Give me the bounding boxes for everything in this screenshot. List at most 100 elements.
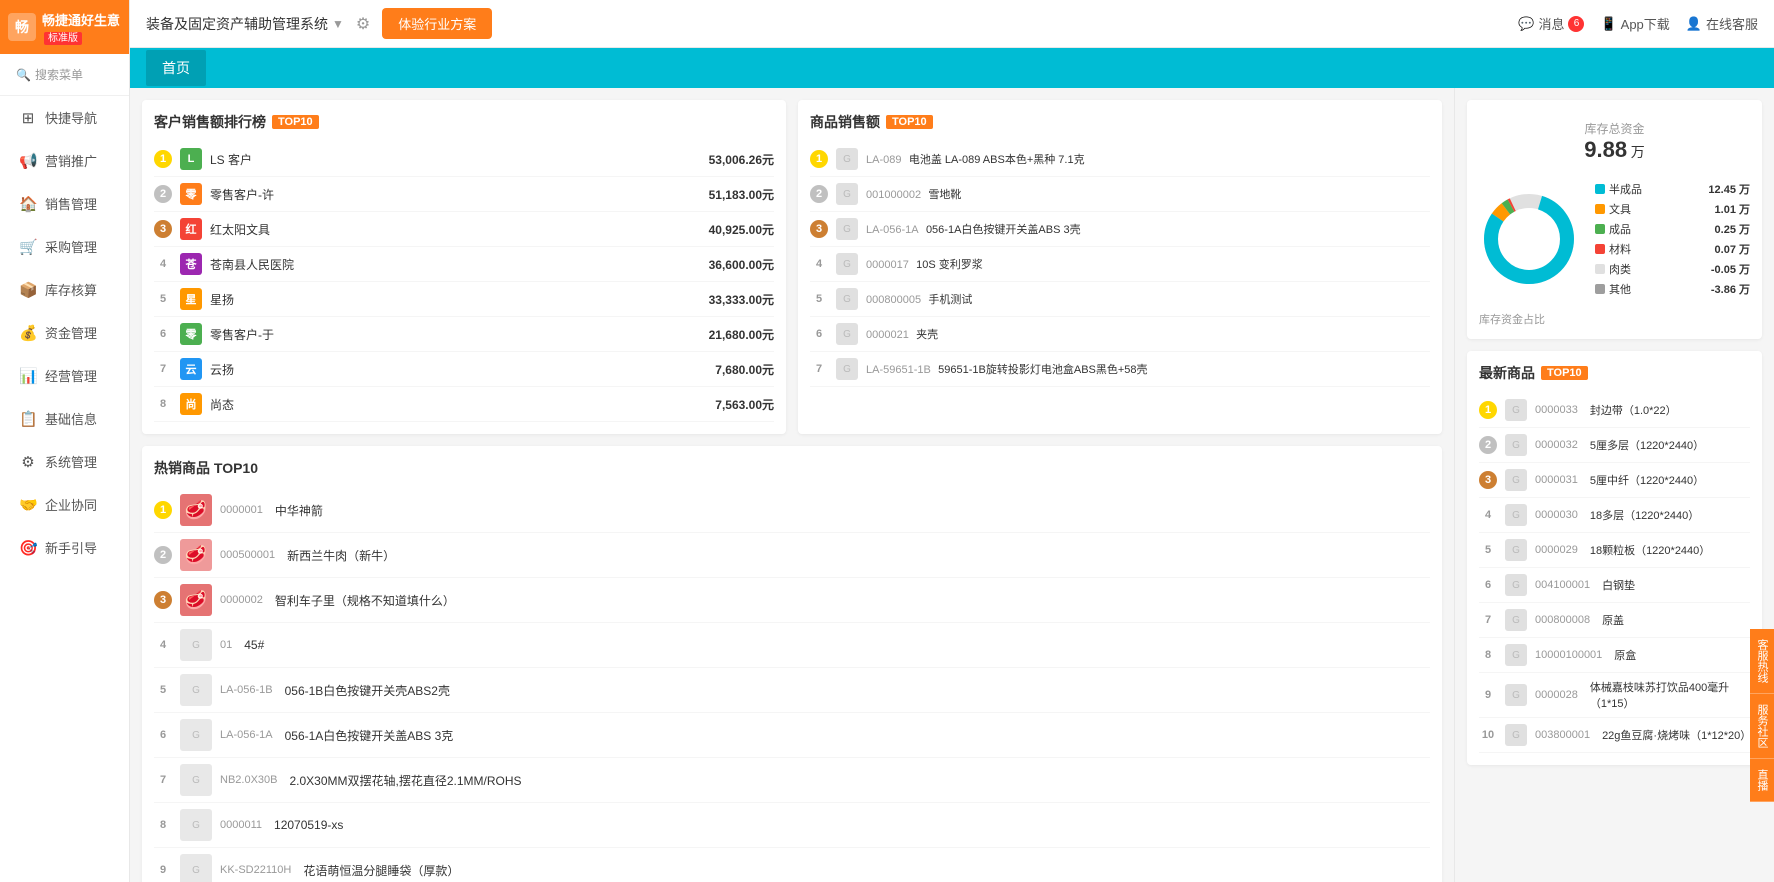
new-product-item: 7 G 000800008 原盖 xyxy=(1479,603,1750,638)
sidebar-item-system[interactable]: ⚙系统管理 xyxy=(0,440,129,483)
new-product-name: 5厘中纤（1220*2440） xyxy=(1590,472,1750,488)
new-product-img: G xyxy=(1505,434,1527,456)
product-img: 🥩 xyxy=(180,584,212,616)
new-product-code: 0000032 xyxy=(1535,439,1578,451)
sidebar-item-label: 资金管理 xyxy=(45,323,97,342)
customer-name: 云扬 xyxy=(210,361,707,378)
new-product-code: 0000030 xyxy=(1535,509,1578,521)
nav-icon-quick-nav: ⊞ xyxy=(19,109,37,127)
trial-button[interactable]: 体验行业方案 xyxy=(382,8,492,39)
goods-rank-list: 1 G LA-089 电池盖 LA-089 ABS本色+黑种 7.1克 2 G … xyxy=(810,142,1430,387)
float-btn-1[interactable]: 服务社区 xyxy=(1750,694,1774,759)
rank-badge-bronze: 3 xyxy=(810,220,828,238)
right-panel: 库存总资金 9.88 万 xyxy=(1454,88,1774,882)
sidebar-item-sales[interactable]: 🏠销售管理 xyxy=(0,182,129,225)
sidebar-item-quick-nav[interactable]: ⊞快捷导航 xyxy=(0,96,129,139)
customer-name: 红太阳文具 xyxy=(210,221,701,238)
rank-item: 7 G LA-59651-1B 59651-1B旋转投影灯电池盒ABS黑色+58… xyxy=(810,352,1430,387)
customer-badge: 云 xyxy=(180,358,202,380)
new-product-item: 2 G 0000032 5厘多层（1220*2440） xyxy=(1479,428,1750,463)
hot-products-card: 热销商品 TOP10 1 🥩 0000001 中华神箭 2 🥩 00050000… xyxy=(142,446,1442,882)
sidebar-item-label: 新手引导 xyxy=(45,538,97,557)
legend-item: 成品 0.25 万 xyxy=(1595,219,1750,239)
sidebar-item-basic-info[interactable]: 📋基础信息 xyxy=(0,397,129,440)
topbar: 装备及固定资产辅助管理系统 ▼ ⚙ 体验行业方案 💬 消息 6 📱 App下载 … xyxy=(130,0,1774,48)
product-img-placeholder: G xyxy=(180,764,212,796)
product-name: 056-1B白色按键开关壳ABS2壳 xyxy=(285,682,1430,699)
customer-name: 星扬 xyxy=(210,291,701,308)
sidebar-item-inventory[interactable]: 📦库存核算 xyxy=(0,268,129,311)
rank-badge-silver: 2 xyxy=(810,185,828,203)
rank-num: 4 xyxy=(1479,506,1497,524)
sidebar-item-guide[interactable]: 🎯新手引导 xyxy=(0,526,129,569)
goods-name: 夹壳 xyxy=(916,329,938,341)
customer-badge: 尚 xyxy=(180,393,202,415)
legend-dot xyxy=(1595,244,1605,254)
legend-name: 其他 xyxy=(1609,281,1707,297)
customer-value: 7,680.00元 xyxy=(715,361,774,378)
new-product-name: 封边带（1.0*22） xyxy=(1590,402,1750,418)
hot-product-item: 3 🥩 0000002 智利车子里（规格不知道填什么） xyxy=(154,578,1430,623)
rank-num: 8 xyxy=(154,395,172,413)
customer-rank-list: 1 L LS 客户 53,006.26元 2 零 零售客户-许 51,183.0… xyxy=(154,142,774,422)
legend-value: 12.45 万 xyxy=(1708,181,1750,197)
customer-name: 零售客户-于 xyxy=(210,326,701,343)
nav-icon-finance: 💰 xyxy=(19,324,37,342)
goods-code: LA-089 xyxy=(866,154,901,166)
app-download-btn[interactable]: 📱 App下载 xyxy=(1600,14,1669,33)
legend-name: 成品 xyxy=(1609,221,1711,237)
sidebar-item-marketing[interactable]: 📢营销推广 xyxy=(0,139,129,182)
customer-ranking-title: 客户销售额排行榜 TOP10 xyxy=(154,112,774,132)
settings-icon[interactable]: ⚙ xyxy=(356,14,370,34)
hot-product-item: 7 G NB2.0X30B 2.0X30MM双摆花轴,摆花直径2.1MM/ROH… xyxy=(154,758,1430,803)
customer-name: LS 客户 xyxy=(210,151,701,168)
dropdown-arrow-icon[interactable]: ▼ xyxy=(332,17,344,31)
sidebar-item-finance[interactable]: 💰 资金管理 xyxy=(0,311,129,354)
customer-badge: 零 xyxy=(180,183,202,205)
sidebar-item-enterprise[interactable]: 🤝企业协同 xyxy=(0,483,129,526)
nav-home[interactable]: 首页 xyxy=(146,50,206,86)
product-name: 花语萌恒温分腿睡袋（厚款） xyxy=(303,862,1430,879)
legend-name: 肉类 xyxy=(1609,261,1707,277)
goods-img: G xyxy=(836,218,858,240)
inventory-footer: 库存资金占比 xyxy=(1479,311,1750,327)
rank-num: 10 xyxy=(1479,726,1497,744)
customer-badge: 红 xyxy=(180,218,202,240)
message-btn[interactable]: 💬 消息 6 xyxy=(1518,14,1584,33)
online-service-btn[interactable]: 👤 在线客服 xyxy=(1686,14,1758,33)
sidebar-logo: 畅 畅捷通好生意 标准版 xyxy=(0,0,129,54)
legend-dot xyxy=(1595,224,1605,234)
float-btn-2[interactable]: 直播 xyxy=(1750,759,1774,802)
product-code: 0000001 xyxy=(220,504,263,516)
new-product-code: 0000033 xyxy=(1535,404,1578,416)
new-product-item: 3 G 0000031 5厘中纤（1220*2440） xyxy=(1479,463,1750,498)
new-products-card: 最新商品 TOP10 1 G 0000033 封边带（1.0*22） 2 G 0… xyxy=(1467,351,1762,765)
topbar-nav: 首页 xyxy=(130,48,1774,88)
sidebar-item-operations[interactable]: 📊经营管理 xyxy=(0,354,129,397)
customer-name: 苍南县人民医院 xyxy=(210,256,701,273)
customer-value: 7,563.00元 xyxy=(715,396,774,413)
new-product-item: 10 G 003800001 22g鱼豆腐·烧烤味（1*12*20） xyxy=(1479,718,1750,753)
new-product-name: 18多层（1220*2440） xyxy=(1590,507,1750,523)
inventory-total: 库存总资金 9.88 万 xyxy=(1479,112,1750,171)
new-product-code: 003800001 xyxy=(1535,729,1590,741)
nav-icon-marketing: 📢 xyxy=(19,152,37,170)
sidebar-search[interactable]: 🔍 搜索菜单 xyxy=(0,54,129,96)
topbar-right: 💬 消息 6 📱 App下载 👤 在线客服 xyxy=(1518,14,1758,33)
product-name: 2.0X30MM双摆花轴,摆花直径2.1MM/ROHS xyxy=(289,772,1430,789)
goods-name: 10S 变利罗浆 xyxy=(916,259,983,271)
legend-name: 材料 xyxy=(1609,241,1711,257)
sidebar-item-label: 企业协同 xyxy=(45,495,97,514)
new-product-item: 1 G 0000033 封边带（1.0*22） xyxy=(1479,393,1750,428)
goods-code: LA-056-1A xyxy=(866,224,919,236)
hot-product-item: 2 🥩 000500001 新西兰牛肉（新牛） xyxy=(154,533,1430,578)
customer-badge: 零 xyxy=(180,323,202,345)
sidebar-item-purchase[interactable]: 🛒采购管理 xyxy=(0,225,129,268)
hot-product-item: 9 G KK-SD22110H 花语萌恒温分腿睡袋（厚款） xyxy=(154,848,1430,882)
customer-badge: 苍 xyxy=(180,253,202,275)
float-btn-0[interactable]: 客服热线 xyxy=(1750,629,1774,694)
rank-num: 4 xyxy=(810,255,828,273)
new-product-code: 0000031 xyxy=(1535,474,1578,486)
rank-num: 8 xyxy=(154,816,172,834)
new-products-list: 1 G 0000033 封边带（1.0*22） 2 G 0000032 5厘多层… xyxy=(1479,393,1750,753)
